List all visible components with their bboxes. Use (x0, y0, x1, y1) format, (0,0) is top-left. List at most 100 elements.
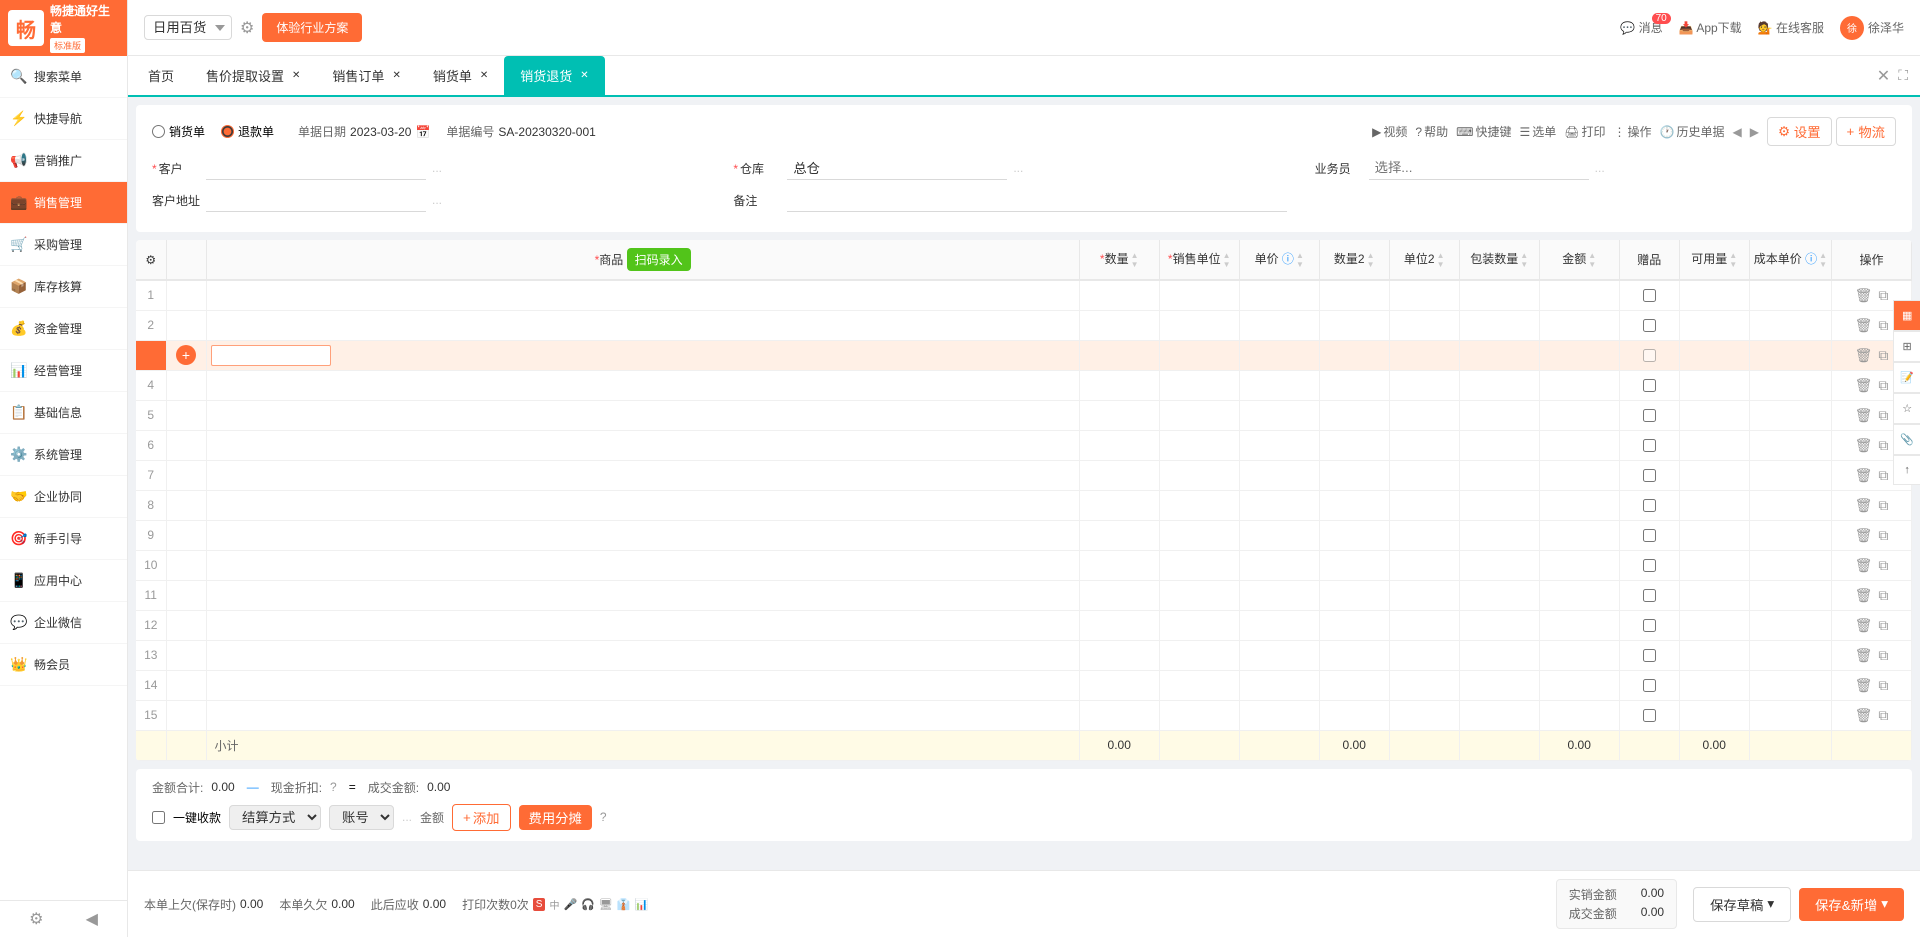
copy-icon[interactable]: ⧉ (1878, 287, 1888, 304)
radio-sales-delivery[interactable]: 销货单 (152, 123, 205, 140)
row-cost-cell[interactable] (1749, 490, 1831, 520)
copy-icon[interactable]: ⧉ (1878, 647, 1888, 664)
row-available-cell[interactable] (1679, 280, 1749, 310)
gear-icon[interactable]: ⚙ (145, 253, 156, 267)
row-product-cell[interactable] (206, 490, 1079, 520)
copy-icon[interactable]: ⧉ (1878, 377, 1888, 394)
row-qty2-cell[interactable] (1319, 580, 1389, 610)
tab-home[interactable]: 首页 (132, 56, 190, 97)
row-unit2-cell[interactable] (1389, 280, 1459, 310)
address-dots[interactable]: ... (432, 193, 442, 207)
row-package-qty-cell[interactable] (1459, 610, 1539, 640)
delete-icon[interactable]: 🗑 (1855, 407, 1873, 424)
row-amount-cell[interactable] (1539, 520, 1619, 550)
row-amount-cell[interactable] (1539, 430, 1619, 460)
customer-dots[interactable]: ... (432, 161, 442, 175)
row-product-cell[interactable] (206, 700, 1079, 730)
row-gift-cell[interactable] (1619, 280, 1679, 310)
row-unit-price-cell[interactable] (1239, 640, 1319, 670)
copy-icon[interactable]: ⧉ (1878, 617, 1888, 634)
delete-icon[interactable]: 🗑 (1855, 707, 1873, 724)
row-package-qty-cell[interactable] (1459, 640, 1539, 670)
row-package-qty-cell[interactable] (1459, 670, 1539, 700)
gift-checkbox[interactable] (1643, 559, 1656, 572)
nav-next-icon[interactable]: ▶ (1750, 125, 1759, 139)
delete-icon[interactable]: 🗑 (1855, 347, 1873, 364)
row-sales-unit-cell[interactable] (1159, 640, 1239, 670)
row-amount-cell[interactable] (1539, 310, 1619, 340)
row-qty2-cell[interactable] (1319, 310, 1389, 340)
row-gift-cell[interactable] (1619, 370, 1679, 400)
row-amount-cell[interactable] (1539, 340, 1619, 370)
copy-icon[interactable]: ⧉ (1878, 467, 1888, 484)
delete-icon[interactable]: 🗑 (1855, 287, 1873, 304)
feiyong-btn[interactable]: 费用分摊 (519, 805, 592, 830)
row-qty2-cell[interactable] (1319, 700, 1389, 730)
gift-checkbox[interactable] (1643, 529, 1656, 542)
row-product-cell[interactable] (206, 280, 1079, 310)
delete-icon[interactable]: 🗑 (1855, 557, 1873, 574)
gift-checkbox[interactable] (1643, 649, 1656, 662)
row-package-qty-cell[interactable] (1459, 370, 1539, 400)
row-quantity-cell[interactable] (1079, 670, 1159, 700)
row-unit2-cell[interactable] (1389, 460, 1459, 490)
copy-icon[interactable]: ⧉ (1878, 317, 1888, 334)
row-gift-cell[interactable] (1619, 310, 1679, 340)
row-product-cell[interactable] (206, 670, 1079, 700)
user-menu[interactable]: 徐 徐泽华 (1840, 16, 1904, 40)
sidebar-item-member[interactable]: 👑 畅会员 (0, 644, 127, 686)
row-product-cell[interactable] (206, 520, 1079, 550)
row-package-qty-cell[interactable] (1459, 400, 1539, 430)
delete-icon[interactable]: 🗑 (1855, 437, 1873, 454)
row-amount-cell[interactable] (1539, 490, 1619, 520)
gift-checkbox[interactable] (1643, 439, 1656, 452)
row-unit2-cell[interactable] (1389, 580, 1459, 610)
right-icon-card[interactable]: ⊞ (1893, 331, 1920, 362)
row-sales-unit-cell[interactable] (1159, 400, 1239, 430)
gift-checkbox[interactable] (1643, 319, 1656, 332)
row-product-cell[interactable] (206, 640, 1079, 670)
row-amount-cell[interactable] (1539, 580, 1619, 610)
select-action[interactable]: ☰ 选单 (1519, 123, 1556, 140)
remarks-input[interactable] (787, 188, 1287, 212)
delete-icon[interactable]: 🗑 (1855, 527, 1873, 544)
operations-action[interactable]: ⋮ 操作 (1613, 123, 1651, 140)
account-select[interactable]: 账号 (329, 805, 394, 830)
sidebar-item-search[interactable]: 🔍 搜索菜单 (0, 56, 127, 98)
header-gear-icon[interactable]: ⚙ (240, 18, 254, 38)
row-cost-cell[interactable] (1749, 700, 1831, 730)
row-amount-cell[interactable] (1539, 280, 1619, 310)
row-gift-cell[interactable] (1619, 400, 1679, 430)
delete-icon[interactable]: 🗑 (1855, 587, 1873, 604)
row-sales-unit-cell[interactable] (1159, 370, 1239, 400)
add-row-btn[interactable]: + (176, 345, 196, 365)
row-unit-price-cell[interactable] (1239, 700, 1319, 730)
trial-btn[interactable]: 体验行业方案 (262, 13, 362, 42)
row-product-cell[interactable] (206, 430, 1079, 460)
row-quantity-cell[interactable] (1079, 640, 1159, 670)
row-amount-cell[interactable] (1539, 370, 1619, 400)
row-product-cell[interactable] (206, 340, 1079, 370)
row-qty2-cell[interactable] (1319, 490, 1389, 520)
row-gift-cell[interactable] (1619, 430, 1679, 460)
row-gift-cell[interactable] (1619, 700, 1679, 730)
row-cost-cell[interactable] (1749, 640, 1831, 670)
tab-close-all-icon[interactable]: ✕ (1877, 66, 1890, 86)
row-unit-price-cell[interactable] (1239, 460, 1319, 490)
row-qty2-cell[interactable] (1319, 280, 1389, 310)
row-product-cell[interactable] (206, 310, 1079, 340)
row-sales-unit-cell[interactable] (1159, 610, 1239, 640)
nav-category-select[interactable]: 日用百货 (144, 15, 232, 40)
row-quantity-cell[interactable] (1079, 490, 1159, 520)
copy-icon[interactable]: ⧉ (1878, 407, 1888, 424)
row-available-cell[interactable] (1679, 490, 1749, 520)
warehouse-input[interactable] (787, 156, 1007, 180)
row-unit-price-cell[interactable] (1239, 370, 1319, 400)
row-unit-price-cell[interactable] (1239, 580, 1319, 610)
row-sales-unit-cell[interactable] (1159, 340, 1239, 370)
row-unit-price-cell[interactable] (1239, 550, 1319, 580)
gift-checkbox[interactable] (1643, 589, 1656, 602)
sidebar-item-basic-info[interactable]: 📋 基础信息 (0, 392, 127, 434)
setting-btn[interactable]: ⚙ 设置 (1767, 117, 1832, 146)
row-unit2-cell[interactable] (1389, 550, 1459, 580)
